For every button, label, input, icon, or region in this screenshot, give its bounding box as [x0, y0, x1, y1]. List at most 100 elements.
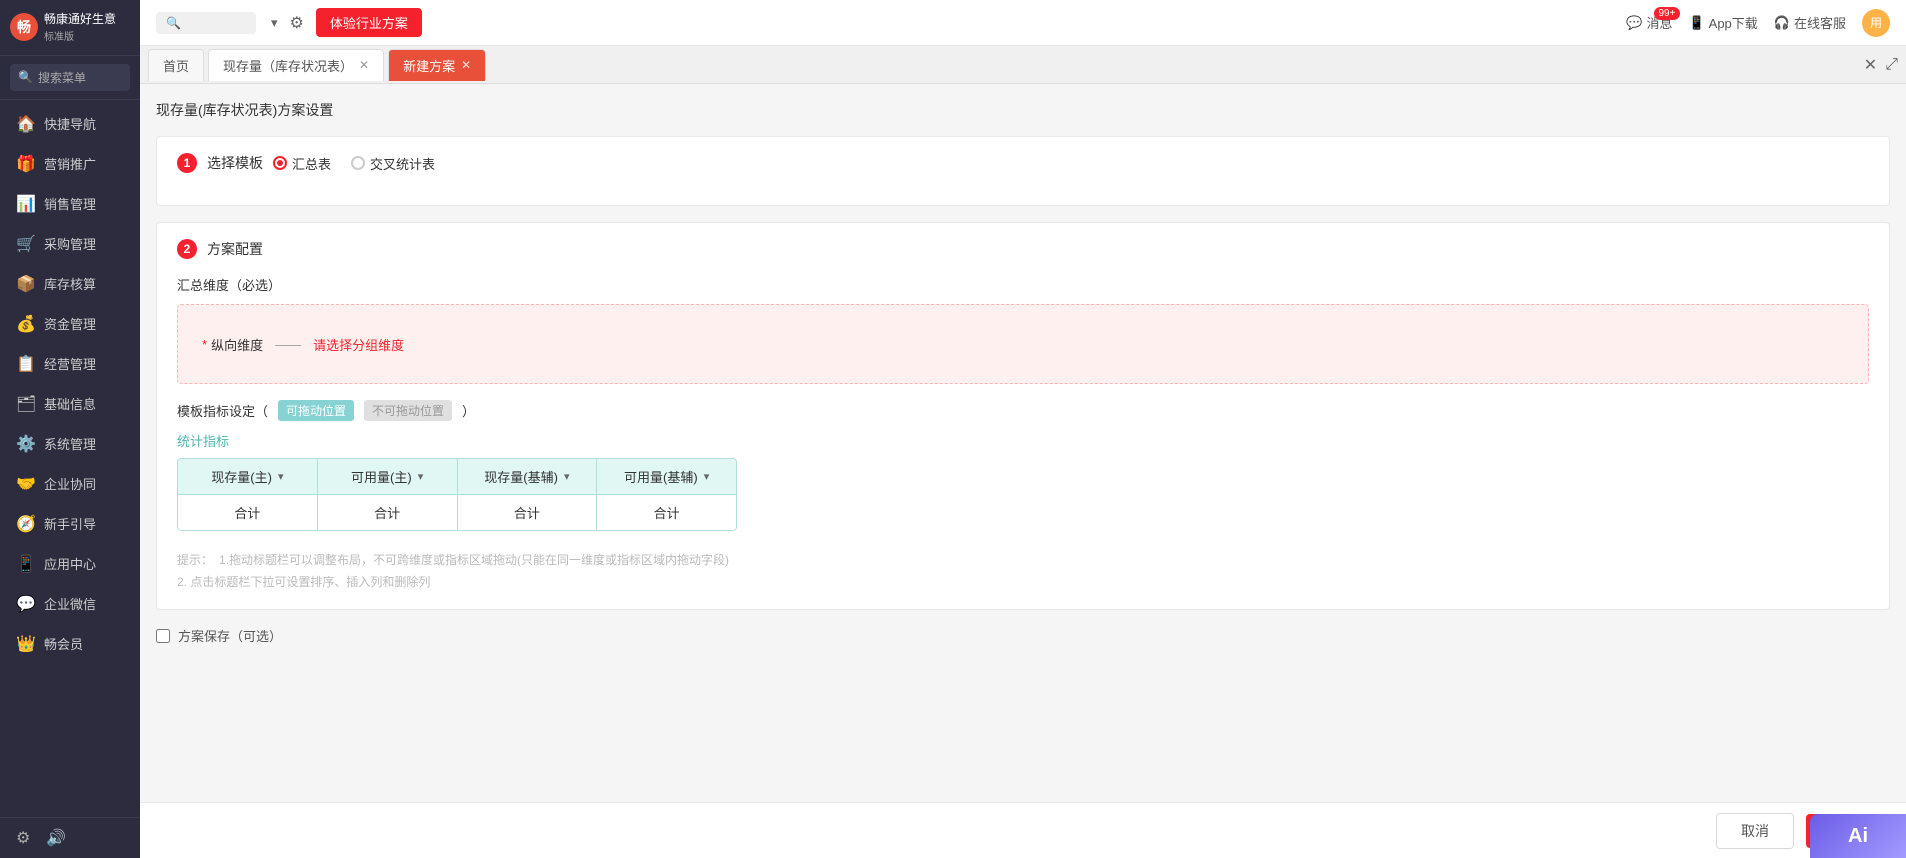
sidebar-item-label: 库存核算: [44, 274, 96, 293]
drag-badge: 可拖动位置: [278, 400, 354, 421]
sidebar-item-marketing[interactable]: 🎁 营销推广: [0, 144, 140, 184]
shortcut-icon: 🏠: [16, 114, 36, 134]
tip-item-1: 提示： 1.拖动标题栏可以调整布局，不可跨维度或指标区域拖动(只能在同一维度或指…: [177, 550, 1869, 572]
tab-new-plan[interactable]: 新建方案 ✕: [388, 49, 486, 81]
sidebar-nav: 🏠 快捷导航 🎁 营销推广 📊 销售管理 🛒 采购管理 📦 库存核算 💰 资金管…: [0, 100, 140, 817]
cancel-button[interactable]: 取消: [1716, 813, 1794, 849]
tab-inventory-close-icon[interactable]: ✕: [359, 58, 369, 72]
topbar-dropdown[interactable]: ▾: [268, 15, 278, 31]
sidebar-item-label: 经营管理: [44, 354, 96, 373]
stats-col-label-3: 可用量(基辅): [624, 467, 698, 486]
tip-item-2: 2. 点击标题栏下拉可设置排序、插入列和删除列: [177, 572, 1869, 594]
tip-text-2: 2. 点击标题栏下拉可设置排序、插入列和删除列: [177, 572, 430, 594]
tab-home[interactable]: 首页: [148, 49, 204, 81]
indicator-settings-label: 模板指标设定（ 可拖动位置 不可拖动位置 ）: [177, 400, 1869, 421]
radio-cross[interactable]: 交叉统计表: [351, 154, 435, 173]
sidebar-item-cooperation[interactable]: 🤝 企业协同: [0, 464, 140, 504]
sidebar-item-wechat[interactable]: 💬 企业微信: [0, 584, 140, 624]
topbar-gear-icon[interactable]: ⚙: [290, 13, 304, 33]
sidebar-item-system[interactable]: ⚙️ 系统管理: [0, 424, 140, 464]
sidebar-item-sales[interactable]: 📊 销售管理: [0, 184, 140, 224]
main-area: 🔍 ▾ ⚙ 体验行业方案 💬 消息 99+ 📱 App下载 🎧 在线客服: [140, 0, 1906, 858]
footer-bar: 取消 查询: [140, 802, 1906, 858]
industry-solution-button[interactable]: 体验行业方案: [316, 8, 422, 37]
sidebar-item-label: 企业微信: [44, 594, 96, 613]
stats-col-header-1[interactable]: 可用量(主) ▾: [318, 459, 457, 495]
dimension-direction-label: 纵向维度: [211, 335, 263, 354]
sidebar-item-label: 畅会员: [44, 634, 83, 653]
member-icon: 👑: [16, 634, 36, 654]
dimension-arrow: ——: [275, 337, 301, 352]
tab-new-plan-close-icon[interactable]: ✕: [461, 58, 471, 72]
sidebar-item-label: 应用中心: [44, 554, 96, 573]
appstore-icon: 📱: [16, 554, 36, 574]
save-checkbox[interactable]: [156, 629, 170, 643]
stats-col-header-3[interactable]: 可用量(基辅) ▾: [597, 459, 736, 495]
headset-icon: 🎧: [1774, 15, 1790, 31]
sidebar-item-purchase[interactable]: 🛒 采购管理: [0, 224, 140, 264]
sidebar-search-inner[interactable]: 🔍 搜索菜单: [10, 64, 130, 91]
purchase-icon: 🛒: [16, 234, 36, 254]
sales-icon: 📊: [16, 194, 36, 214]
sidebar-item-member[interactable]: 👑 畅会员: [0, 624, 140, 664]
sound-icon[interactable]: 🔊: [46, 828, 66, 848]
tab-close-button[interactable]: ✕: [1864, 55, 1877, 75]
message-badge: 99+: [1654, 7, 1681, 20]
service-label: 在线客服: [1794, 13, 1846, 32]
summary-dim-label: 汇总维度（必选）: [177, 275, 1869, 294]
step2-badge: 2: [177, 239, 197, 259]
step1-header: 1 选择模板 汇总表 交叉统计表: [177, 153, 1869, 173]
step1-title: 选择模板: [207, 153, 263, 173]
no-drag-badge: 不可拖动位置: [364, 400, 452, 421]
system-icon: ⚙️: [16, 434, 36, 454]
radio-cross-dot: [351, 156, 365, 170]
message-button[interactable]: 💬 消息 99+: [1626, 13, 1672, 32]
ai-float-button[interactable]: Ai: [1810, 814, 1906, 858]
sidebar-item-label: 系统管理: [44, 434, 96, 453]
dimension-box[interactable]: * 纵向维度 —— 请选择分组维度: [177, 304, 1869, 384]
chevron-down-icon-1: ▾: [418, 470, 424, 483]
logo-text-block: 畅康通好生意 标准版: [44, 12, 116, 43]
indicator-label-prefix: 模板指标设定（: [177, 401, 268, 420]
radio-summary-dot: [273, 156, 287, 170]
tab-expand-button[interactable]: ⤢: [1885, 56, 1898, 74]
sidebar-item-label: 企业协同: [44, 474, 96, 493]
chevron-down-icon-2: ▾: [564, 470, 570, 483]
user-avatar-area[interactable]: 用: [1862, 9, 1890, 37]
sidebar-item-guide[interactable]: 🧭 新手引导: [0, 504, 140, 544]
settings-icon[interactable]: ⚙: [16, 828, 30, 848]
radio-summary[interactable]: 汇总表: [273, 154, 331, 173]
step2-card: 2 方案配置 汇总维度（必选） * 纵向维度 —— 请选择分组维度 模板指标设定…: [156, 222, 1890, 610]
stats-col-label-0: 现存量(主): [211, 467, 272, 486]
stats-table-header: 现存量(主) ▾ 合计 可用量(主) ▾ 合计: [178, 459, 736, 530]
phone-icon: 📱: [1688, 15, 1704, 31]
stats-table: 现存量(主) ▾ 合计 可用量(主) ▾ 合计: [177, 458, 737, 531]
app-label: App下载: [1709, 13, 1758, 32]
app-name: 畅康通好生意: [44, 12, 116, 28]
sidebar-item-label: 资金管理: [44, 314, 96, 333]
sidebar-item-appstore[interactable]: 📱 应用中心: [0, 544, 140, 584]
stats-col-1: 可用量(主) ▾ 合计: [318, 459, 458, 530]
finance-icon: 💰: [16, 314, 36, 334]
sidebar-item-base[interactable]: 🗂 基础信息: [0, 384, 140, 424]
stats-col-header-0[interactable]: 现存量(主) ▾: [178, 459, 317, 495]
tab-home-label: 首页: [163, 56, 189, 75]
stats-col-0: 现存量(主) ▾ 合计: [178, 459, 318, 530]
app-download-button[interactable]: 📱 App下载: [1688, 13, 1757, 32]
tabs-right-actions: ✕ ⤢: [1864, 55, 1898, 75]
stats-col-3: 可用量(基辅) ▾ 合计: [597, 459, 736, 530]
config-section: 汇总维度（必选） * 纵向维度 —— 请选择分组维度 模板指标设定（ 可拖动位置…: [177, 275, 1869, 593]
tab-inventory-status[interactable]: 现存量（库存状况表） ✕: [208, 49, 384, 81]
app-badge: 标准版: [44, 28, 116, 43]
online-service-button[interactable]: 🎧 在线客服: [1774, 13, 1846, 32]
step1-card: 1 选择模板 汇总表 交叉统计表: [156, 136, 1890, 206]
tab-new-plan-label: 新建方案: [403, 56, 455, 75]
sidebar-search-wrapper[interactable]: 🔍 搜索菜单: [0, 56, 140, 100]
template-options: 汇总表 交叉统计表: [273, 154, 435, 173]
sidebar-item-management[interactable]: 📋 经营管理: [0, 344, 140, 384]
stats-col-header-2[interactable]: 现存量(基辅) ▾: [458, 459, 597, 495]
topbar-search[interactable]: 🔍: [156, 12, 256, 34]
sidebar-item-finance[interactable]: 💰 资金管理: [0, 304, 140, 344]
sidebar-item-shortcut[interactable]: 🏠 快捷导航: [0, 104, 140, 144]
sidebar-item-inventory[interactable]: 📦 库存核算: [0, 264, 140, 304]
